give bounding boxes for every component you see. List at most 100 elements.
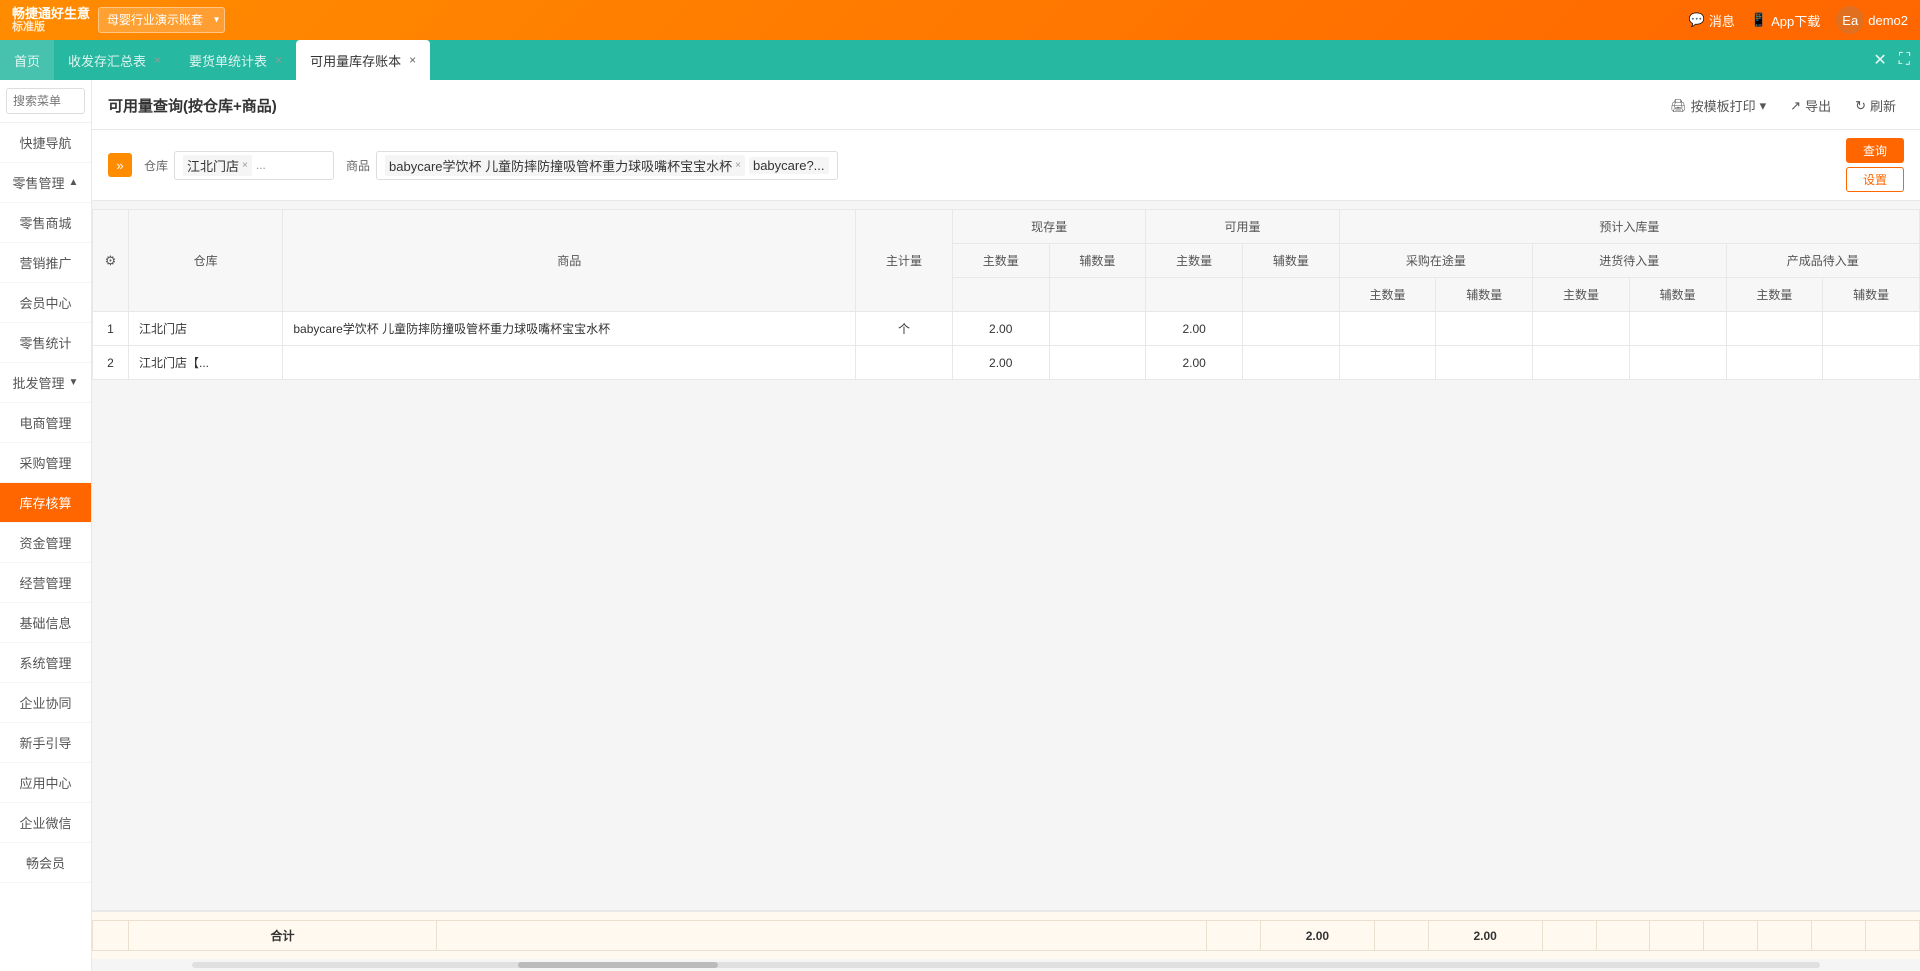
refresh-btn[interactable]: ↻ 刷新 [1847, 92, 1904, 119]
refresh-icon: ↻ [1855, 98, 1866, 114]
sidebar-item-retail-mall[interactable]: 零售商城 [0, 203, 91, 243]
table-footer: 合计 2.00 2.00 [92, 910, 1920, 959]
fullscreen-btn[interactable]: ⛶ [1897, 49, 1912, 71]
cell-warehouse-1: 江北门店【... [129, 346, 283, 380]
sidebar-item-enterprise-wx[interactable]: 企业微信 [0, 803, 91, 843]
sidebar-item-ecommerce[interactable]: 电商管理 [0, 403, 91, 443]
sidebar-item-basic-info[interactable]: 基础信息 [0, 603, 91, 643]
cell-available-main-0: 2.00 [1146, 312, 1243, 346]
footer-product-in-aux [1865, 921, 1919, 951]
table-area: ⚙ 仓库 商品 主计量 现存量 可用量 预计入库量 主数量 辅数量 主数量 辅数… [92, 201, 1920, 910]
footer-incoming-main [1704, 921, 1758, 951]
footer-available-main: 2.00 [1428, 921, 1542, 951]
col-settings-header[interactable]: ⚙ [93, 210, 129, 312]
cell-current-main-1: 2.00 [952, 346, 1049, 380]
sidebar-item-retail-mgmt[interactable]: 零售管理 ▲ [0, 163, 91, 203]
horizontal-scrollbar[interactable] [92, 959, 1920, 971]
sidebar-item-operations[interactable]: 经营管理 [0, 563, 91, 603]
sidebar-item-vip[interactable]: 畅会员 [0, 843, 91, 883]
app-download-icon: 📱 [1751, 12, 1767, 28]
warehouse-more-btn[interactable]: ... [256, 158, 266, 172]
tab-close-available-stock[interactable]: × [409, 53, 416, 67]
cell-product-1 [283, 346, 856, 380]
tab-home[interactable]: 首页 [0, 40, 54, 80]
subgroup-incoming-header: 进货待入量 [1533, 244, 1726, 278]
cell-seq-0: 1 [93, 312, 129, 346]
cell-purchase-aux-1 [1436, 346, 1533, 380]
col-forecast-in-header: 预计入库量 [1339, 210, 1919, 244]
subgroup-purchase-header: 采购在途量 [1339, 244, 1532, 278]
cell-purchase-main-0 [1339, 312, 1436, 346]
close-all-tabs-btn[interactable]: ✕ [1871, 48, 1888, 72]
cell-purchase-aux-0 [1436, 312, 1533, 346]
ph4 [1242, 278, 1339, 312]
company-dropdown-wrap[interactable]: 母婴行业演示账套 [98, 7, 225, 33]
sidebar-item-enterprise[interactable]: 企业协同 [0, 683, 91, 723]
export-btn[interactable]: ↗ 导出 [1782, 92, 1839, 119]
message-btn[interactable]: 💬 消息 [1689, 11, 1735, 30]
cell-incoming-main-1 [1533, 346, 1630, 380]
sidebar-item-quick-nav[interactable]: 快捷导航 [0, 123, 91, 163]
app-logo: 畅捷通好生意 标准版 [12, 6, 90, 35]
page-actions: 🖨 按模板打印 ▾ ↗ 导出 ↻ 刷新 [1662, 92, 1904, 119]
sidebar-item-retail-stat[interactable]: 零售统计 [0, 323, 91, 363]
purchase-aux-header: 辅数量 [1436, 278, 1533, 312]
search-input[interactable] [6, 88, 85, 114]
cell-seq-1: 2 [93, 346, 129, 380]
sidebar-item-wholesale-mgmt[interactable]: 批发管理 ▼ [0, 363, 91, 403]
tab-receive-pay[interactable]: 收发存汇总表 × [54, 40, 175, 80]
filter-toggle-btn[interactable]: » [108, 153, 132, 177]
cell-unit-0: 个 [856, 312, 953, 346]
ph1 [952, 278, 1049, 312]
cell-warehouse-0: 江北门店 [129, 312, 283, 346]
product-tag-1: babycare学饮杯 儿童防摔防撞吸管杯重力球吸嘴杯宝宝水杯 × [385, 155, 745, 176]
footer-table: 合计 2.00 2.00 [92, 920, 1920, 951]
cell-product-in-aux-1 [1823, 346, 1920, 380]
footer-purchase-aux [1650, 921, 1704, 951]
col-product-header: 商品 [283, 210, 856, 312]
footer-current-aux [1374, 921, 1428, 951]
warehouse-label: 仓库 [144, 157, 168, 174]
export-icon: ↗ [1790, 98, 1801, 114]
sidebar-item-finance[interactable]: 资金管理 [0, 523, 91, 563]
data-table: ⚙ 仓库 商品 主计量 现存量 可用量 预计入库量 主数量 辅数量 主数量 辅数… [92, 209, 1920, 380]
template-print-btn[interactable]: 🖨 按模板打印 ▾ [1662, 92, 1774, 119]
scrollbar-track [192, 962, 1820, 968]
footer-product-in-main [1812, 921, 1866, 951]
tab-close-order-stat[interactable]: × [275, 53, 282, 67]
warehouse-tag-close-icon[interactable]: × [242, 160, 248, 171]
tab-available-stock[interactable]: 可用量库存账本 × [296, 40, 430, 80]
print-arrow-icon: ▾ [1760, 98, 1767, 114]
content-area: 可用量查询(按仓库+商品) 🖨 按模板打印 ▾ ↗ 导出 ↻ 刷新 [92, 80, 1920, 971]
sidebar-item-app-center[interactable]: 应用中心 [0, 763, 91, 803]
sidebar-item-member[interactable]: 会员中心 [0, 283, 91, 323]
footer-current-main: 2.00 [1261, 921, 1375, 951]
gear-icon[interactable]: ⚙ [105, 253, 117, 268]
scrollbar-thumb[interactable] [518, 962, 718, 968]
purchase-main-header: 主数量 [1339, 278, 1436, 312]
cell-purchase-main-1 [1339, 346, 1436, 380]
incoming-main-header: 主数量 [1533, 278, 1630, 312]
product-tag-1-close-icon[interactable]: × [735, 160, 741, 171]
tab-close-receive-pay[interactable]: × [154, 53, 161, 67]
col-unit-header: 主计量 [856, 210, 953, 312]
footer-label: 合计 [129, 921, 437, 951]
sidebar-item-marketing[interactable]: 营销推广 [0, 243, 91, 283]
sidebar-item-new-guide[interactable]: 新手引导 [0, 723, 91, 763]
app-download-btn[interactable]: 📱 App下载 [1751, 11, 1820, 30]
col-warehouse-header: 仓库 [129, 210, 283, 312]
ph2 [1049, 278, 1146, 312]
sidebar-item-inventory[interactable]: 库存核算 [0, 483, 91, 523]
warehouse-input[interactable]: 江北门店 × ... [174, 151, 334, 180]
company-dropdown[interactable]: 母婴行业演示账套 [98, 7, 225, 33]
user-avatar-area[interactable]: Ea demo2 [1836, 6, 1908, 34]
page-title: 可用量查询(按仓库+商品) [108, 95, 277, 116]
setting-btn[interactable]: 设置 [1846, 167, 1904, 192]
sidebar-item-purchase[interactable]: 采购管理 [0, 443, 91, 483]
product-input[interactable]: babycare学饮杯 儿童防摔防撞吸管杯重力球吸嘴杯宝宝水杯 × babyca… [376, 151, 837, 180]
tab-order-stat[interactable]: 要货单统计表 × [175, 40, 296, 80]
sidebar-search-area[interactable] [0, 80, 91, 123]
sidebar-item-system[interactable]: 系统管理 [0, 643, 91, 683]
page-header: 可用量查询(按仓库+商品) 🖨 按模板打印 ▾ ↗ 导出 ↻ 刷新 [92, 80, 1920, 130]
query-btn[interactable]: 查询 [1846, 138, 1904, 163]
